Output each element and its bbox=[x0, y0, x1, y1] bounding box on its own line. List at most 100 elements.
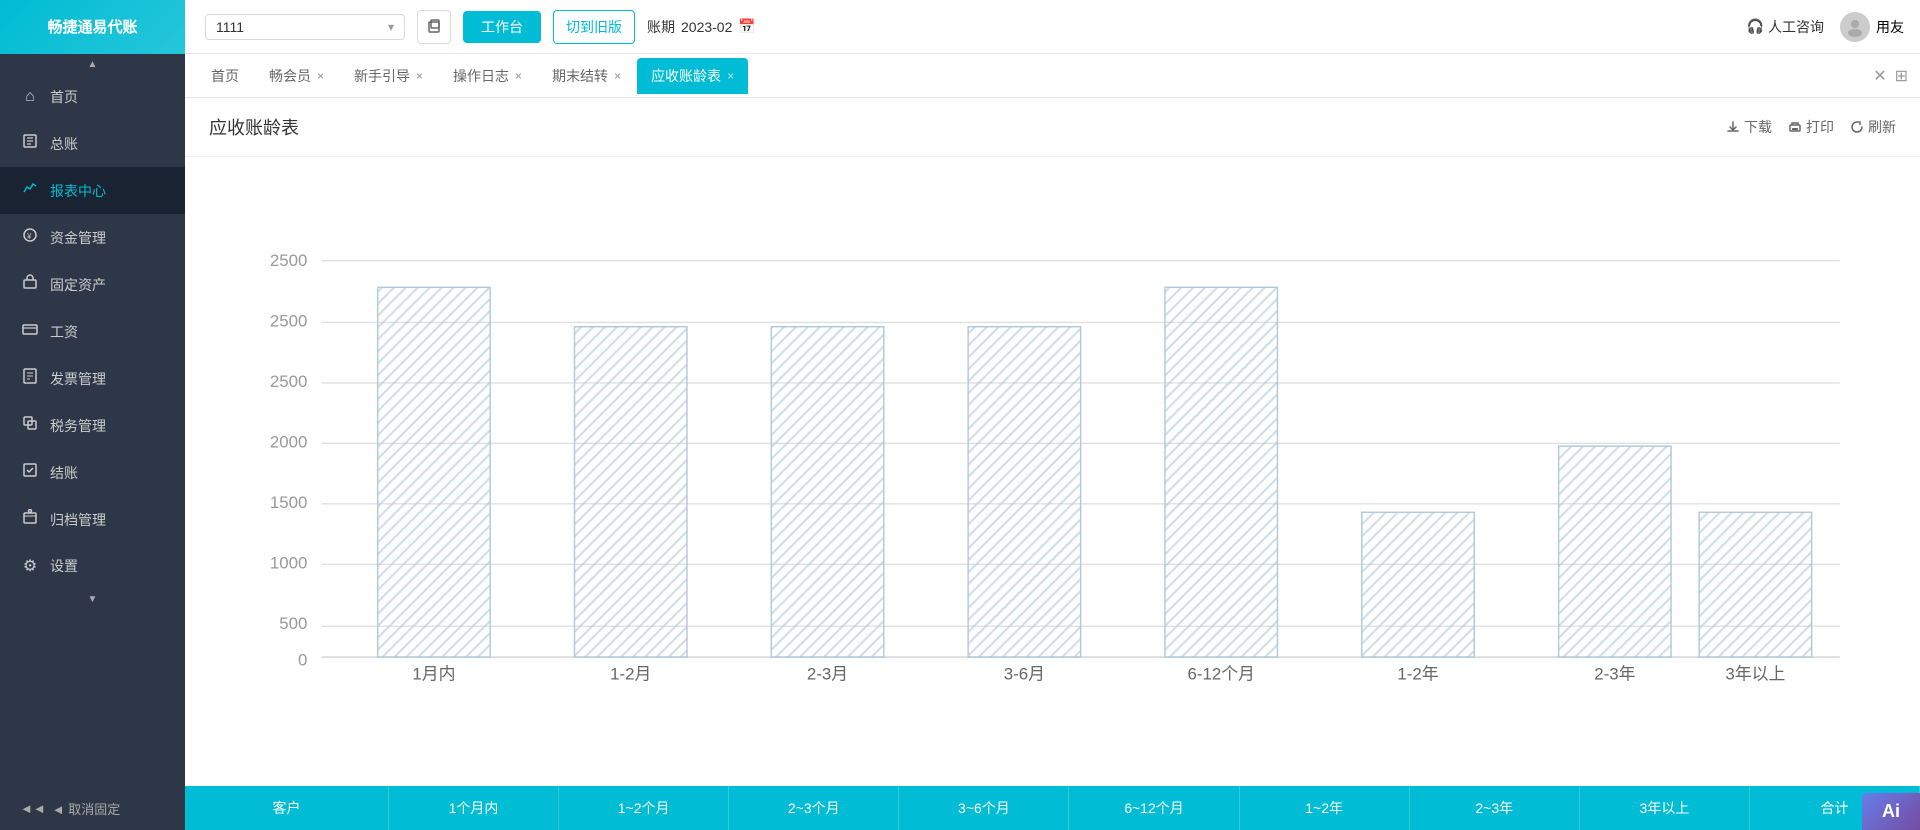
tab-oplog[interactable]: 操作日志 × bbox=[439, 58, 536, 94]
report-icon bbox=[20, 180, 40, 201]
sidebar-item-home[interactable]: ⌂ 首页 bbox=[0, 74, 185, 120]
copy-button[interactable] bbox=[417, 10, 451, 44]
period-value: 2023-02 bbox=[681, 19, 732, 35]
company-selector[interactable]: 1111 ▾ bbox=[205, 14, 405, 40]
th-3-6month: 3~6个月 bbox=[899, 786, 1069, 830]
sidebar-scroll-up[interactable]: ▲ bbox=[0, 54, 185, 74]
workbench-button[interactable]: 工作台 bbox=[463, 11, 541, 43]
sidebar-scroll-down[interactable]: ▼ bbox=[0, 589, 185, 609]
tab-home[interactable]: 首页 bbox=[197, 58, 253, 94]
bar-1月内 bbox=[378, 287, 490, 657]
sidebar-item-ledger[interactable]: 总账 bbox=[0, 120, 185, 167]
tab-guide-label: 新手引导 bbox=[354, 66, 410, 86]
tab-oplog-close[interactable]: × bbox=[515, 69, 522, 83]
sidebar-item-archive[interactable]: 归档管理 bbox=[0, 496, 185, 543]
bar-1-2月 bbox=[575, 327, 687, 657]
refresh-button[interactable]: 刷新 bbox=[1850, 117, 1896, 137]
th-1-2year: 1~2年 bbox=[1240, 786, 1410, 830]
page-title: 应收账龄表 bbox=[209, 114, 299, 140]
sidebar-item-invoice[interactable]: 发票管理 bbox=[0, 355, 185, 402]
download-label: 下载 bbox=[1744, 117, 1772, 137]
settings-icon: ⚙ bbox=[20, 556, 40, 576]
svg-text:6-12个月: 6-12个月 bbox=[1187, 665, 1254, 684]
app-header: 畅捷通易代账 1111 ▾ 工作台 切到旧版 账期 2023-02 📅 🎧 人工… bbox=[0, 0, 1920, 54]
th-2-3year: 2~3年 bbox=[1410, 786, 1580, 830]
ai-badge[interactable]: Ai bbox=[1862, 793, 1920, 830]
invoice-icon bbox=[20, 368, 40, 389]
sidebar-item-tax[interactable]: 税务管理 bbox=[0, 402, 185, 449]
period-label: 账期 bbox=[647, 17, 675, 37]
svg-text:1500: 1500 bbox=[270, 493, 308, 512]
sidebar-item-report[interactable]: 报表中心 bbox=[0, 167, 185, 214]
ledger-icon bbox=[20, 133, 40, 154]
sidebar-label-invoice: 发票管理 bbox=[50, 369, 106, 389]
logo-text: 畅捷通易代账 bbox=[47, 16, 137, 37]
download-button[interactable]: 下载 bbox=[1726, 117, 1772, 137]
tab-guide-close[interactable]: × bbox=[416, 69, 423, 83]
tab-ar-aging[interactable]: 应收账龄表 × bbox=[637, 58, 748, 94]
sidebar-item-settings[interactable]: ⚙ 设置 bbox=[0, 543, 185, 589]
logo: 畅捷通易代账 bbox=[0, 0, 185, 54]
tab-ar-aging-close[interactable]: × bbox=[727, 69, 734, 83]
svg-text:500: 500 bbox=[279, 614, 307, 633]
print-button[interactable]: 打印 bbox=[1788, 117, 1834, 137]
table-header: 客户 1个月内 1~2个月 2~3个月 3~6个月 6~12个月 1~2年 2~… bbox=[185, 786, 1920, 830]
avatar bbox=[1840, 12, 1870, 42]
svg-text:1-2月: 1-2月 bbox=[610, 665, 651, 684]
unpin-label: ◄ 取消固定 bbox=[52, 799, 120, 818]
archive-icon bbox=[20, 509, 40, 530]
svg-text:1000: 1000 bbox=[270, 554, 308, 573]
main-layout: ▲ ⌂ 首页 总账 报表中心 ¥ 资金管理 固定资产 bbox=[0, 54, 1920, 830]
sidebar-label-report: 报表中心 bbox=[50, 181, 106, 201]
svg-text:2-3月: 2-3月 bbox=[807, 665, 848, 684]
sidebar-label-archive: 归档管理 bbox=[50, 510, 106, 530]
tab-member-close[interactable]: × bbox=[317, 69, 324, 83]
user-area[interactable]: 用友 bbox=[1840, 12, 1904, 42]
chart-area: 2500 2500 2500 2000 1500 1000 500 0 bbox=[185, 157, 1920, 786]
sidebar-item-salary[interactable]: 工资 bbox=[0, 308, 185, 355]
sidebar-item-checkout[interactable]: 结账 bbox=[0, 449, 185, 496]
sidebar: ▲ ⌂ 首页 总账 报表中心 ¥ 资金管理 固定资产 bbox=[0, 54, 185, 830]
svg-text:2500: 2500 bbox=[270, 372, 308, 391]
sidebar-label-ledger: 总账 bbox=[50, 134, 78, 154]
calendar-icon[interactable]: 📅 bbox=[738, 18, 755, 35]
sidebar-label-checkout: 结账 bbox=[50, 463, 78, 483]
bar-3年以上 bbox=[1699, 512, 1811, 657]
th-3yearplus: 3年以上 bbox=[1580, 786, 1750, 830]
sidebar-label-tax: 税务管理 bbox=[50, 416, 106, 436]
tab-period-end-label: 期末结转 bbox=[552, 66, 608, 86]
ai-label: Ai bbox=[1882, 801, 1900, 821]
unpin-icon: ◄◄ bbox=[20, 801, 46, 816]
tab-period-end-close[interactable]: × bbox=[614, 69, 621, 83]
tab-member-label: 畅会员 bbox=[269, 66, 311, 86]
tab-guide[interactable]: 新手引导 × bbox=[340, 58, 437, 94]
bar-chart: 2500 2500 2500 2000 1500 1000 500 0 bbox=[209, 177, 1896, 766]
bar-1-2年 bbox=[1362, 512, 1474, 657]
switch-version-button[interactable]: 切到旧版 bbox=[553, 10, 635, 44]
consult-button[interactable]: 🎧 人工咨询 bbox=[1747, 17, 1824, 37]
svg-text:2000: 2000 bbox=[270, 433, 308, 452]
sidebar-item-fund[interactable]: ¥ 资金管理 bbox=[0, 214, 185, 261]
asset-icon bbox=[20, 274, 40, 295]
sidebar-unpin[interactable]: ◄◄ ◄ 取消固定 bbox=[0, 787, 185, 830]
page-content: 应收账龄表 下载 打印 刷新 bbox=[185, 98, 1920, 830]
bar-2-3年 bbox=[1559, 446, 1671, 657]
bar-3-6月 bbox=[968, 327, 1080, 657]
sidebar-item-asset[interactable]: 固定资产 bbox=[0, 261, 185, 308]
sidebar-label-fund: 资金管理 bbox=[50, 228, 106, 248]
tab-period-end[interactable]: 期末结转 × bbox=[538, 58, 635, 94]
tabs-bar: 首页 畅会员 × 新手引导 × 操作日志 × 期末结转 × 应收账龄表 × bbox=[185, 54, 1920, 98]
tab-oplog-label: 操作日志 bbox=[453, 66, 509, 86]
close-all-tabs-button[interactable]: ✕ bbox=[1873, 66, 1886, 86]
svg-text:3-6月: 3-6月 bbox=[1004, 665, 1045, 684]
expand-tab-button[interactable]: ⊞ bbox=[1895, 66, 1908, 86]
tax-icon bbox=[20, 415, 40, 436]
fund-icon: ¥ bbox=[20, 227, 40, 248]
th-1month: 1个月内 bbox=[389, 786, 559, 830]
home-icon: ⌂ bbox=[20, 88, 40, 106]
sidebar-label-asset: 固定资产 bbox=[50, 275, 106, 295]
svg-text:3年以上: 3年以上 bbox=[1725, 665, 1785, 684]
svg-text:2500: 2500 bbox=[270, 251, 308, 270]
tab-member[interactable]: 畅会员 × bbox=[255, 58, 338, 94]
svg-text:2500: 2500 bbox=[270, 312, 308, 331]
